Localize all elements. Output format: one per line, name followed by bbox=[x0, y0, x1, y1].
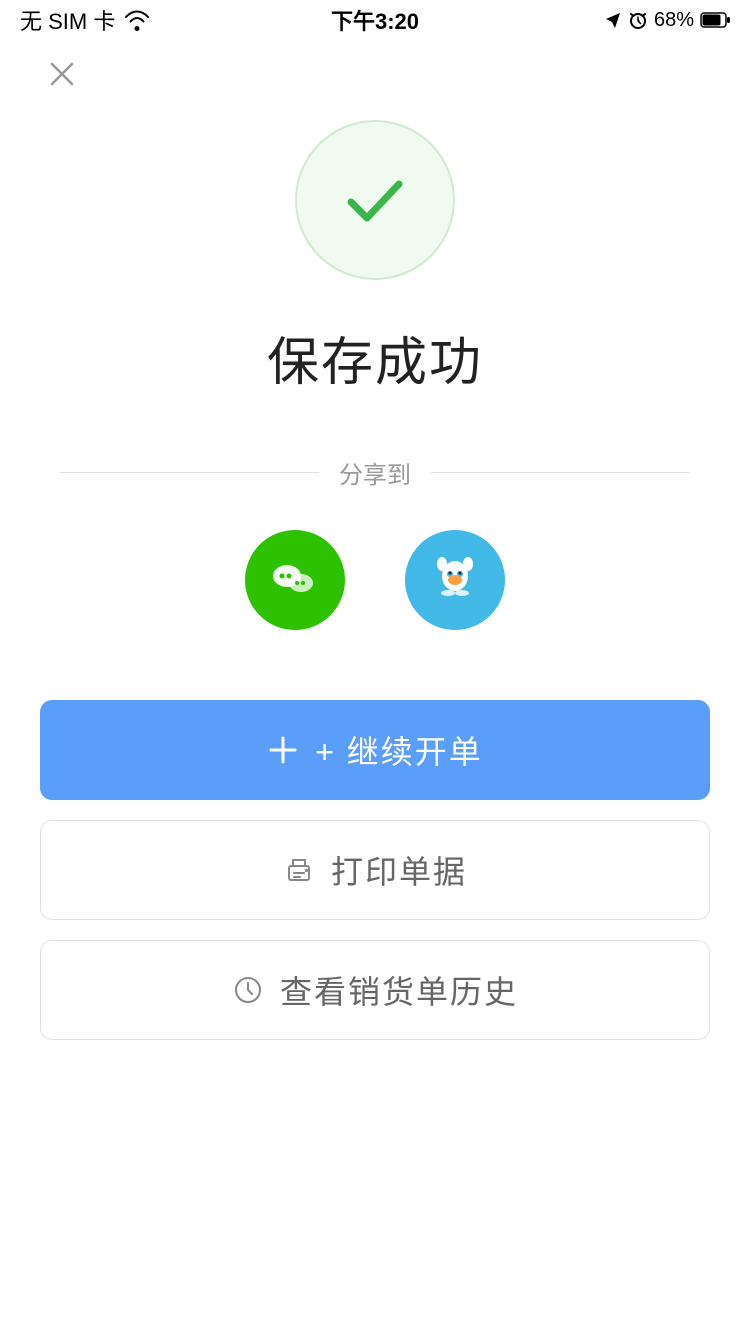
status-bar: 无 SIM 卡 下午3:20 68% bbox=[0, 0, 750, 40]
no-sim-text: 无 SIM 卡 bbox=[20, 4, 115, 36]
close-button[interactable] bbox=[40, 52, 84, 96]
clock-icon bbox=[232, 974, 264, 1006]
action-buttons: + 继续开单 打印单据 查看销货单历史 bbox=[0, 700, 750, 1040]
share-divider: 分享到 bbox=[0, 455, 750, 490]
history-label: 查看销货单历史 bbox=[280, 967, 518, 1013]
share-icons-row bbox=[245, 530, 505, 630]
close-icon bbox=[48, 60, 76, 88]
print-label: 打印单据 bbox=[331, 847, 467, 893]
history-button[interactable]: 查看销货单历史 bbox=[40, 940, 710, 1040]
divider-line-left bbox=[60, 472, 319, 473]
wechat-icon bbox=[265, 550, 325, 610]
status-left: 无 SIM 卡 bbox=[20, 4, 151, 36]
qq-icon bbox=[425, 550, 485, 610]
continue-button[interactable]: + 继续开单 bbox=[40, 700, 710, 800]
status-time: 下午3:20 bbox=[331, 4, 419, 36]
wifi-icon bbox=[123, 9, 151, 31]
wechat-share-button[interactable] bbox=[245, 530, 345, 630]
alarm-icon bbox=[628, 10, 648, 30]
success-title: 保存成功 bbox=[267, 320, 483, 395]
status-right: 68% bbox=[604, 9, 730, 32]
divider-line-right bbox=[431, 472, 690, 473]
success-circle bbox=[295, 120, 455, 280]
plus-icon bbox=[267, 734, 299, 766]
checkmark-icon bbox=[335, 160, 415, 240]
location-icon bbox=[604, 11, 622, 29]
continue-label: + 继续开单 bbox=[315, 727, 483, 773]
share-label: 分享到 bbox=[319, 455, 431, 490]
main-content: 保存成功 分享到 bbox=[0, 40, 750, 1040]
print-button[interactable]: 打印单据 bbox=[40, 820, 710, 920]
battery-icon bbox=[700, 12, 730, 28]
qq-share-button[interactable] bbox=[405, 530, 505, 630]
battery-percent: 68% bbox=[654, 9, 694, 32]
printer-icon bbox=[283, 854, 315, 886]
